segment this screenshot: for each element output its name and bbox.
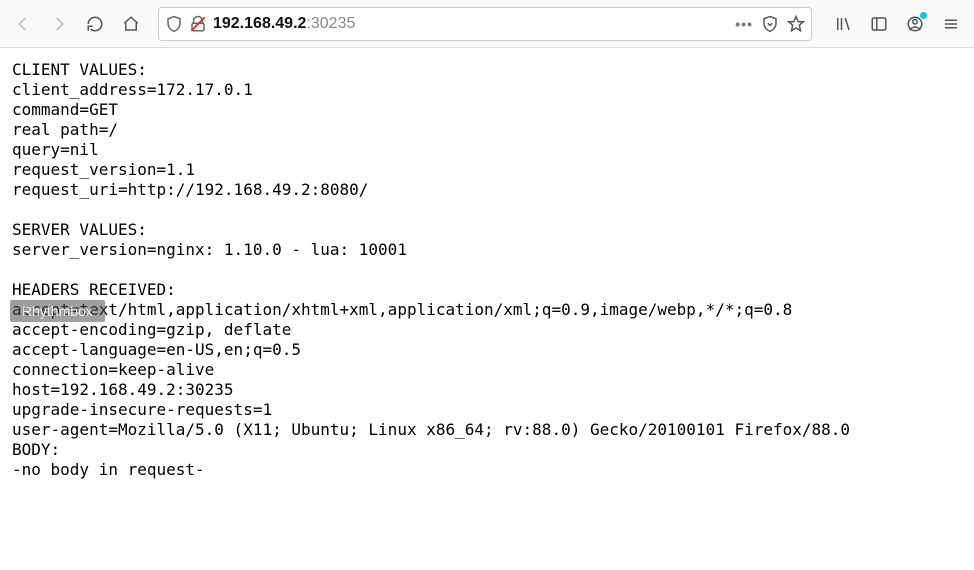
body-line: -no body in request- [12,460,205,479]
back-button[interactable] [6,7,40,41]
notification-dot-icon [920,12,927,19]
real-path-line: real path=/ [12,120,118,139]
os-tooltip: Rhythmbox [10,300,105,322]
lock-insecure-icon[interactable] [189,15,207,33]
body-header: BODY: [12,440,60,459]
reload-button[interactable] [78,7,112,41]
bookmark-star-icon[interactable] [787,15,805,33]
headers-received-header: HEADERS RECEIVED: [12,280,176,299]
accept-encoding-line: accept-encoding=gzip, deflate [12,320,291,339]
sidebar-icon[interactable] [862,7,896,41]
shield-icon[interactable] [165,15,183,33]
host-line: host=192.168.49.2:30235 [12,380,234,399]
connection-line: connection=keep-alive [12,360,214,379]
pocket-shield-icon[interactable] [761,15,779,33]
page-content: CLIENT VALUES: client_address=172.17.0.1… [0,48,974,492]
library-icon[interactable] [826,7,860,41]
page-actions-icon[interactable]: ••• [735,16,753,32]
url-bar[interactable]: 192.168.49.2:30235 ••• [158,7,812,41]
urlbar-right: ••• [735,15,805,33]
request-version-line: request_version=1.1 [12,160,195,179]
client-values-header: CLIENT VALUES: [12,60,147,79]
server-version-line: server_version=nginx: 1.10.0 - lua: 1000… [12,240,407,259]
url-port: :30235 [306,15,355,32]
home-button[interactable] [114,7,148,41]
server-values-header: SERVER VALUES: [12,220,147,239]
toolbar-right [826,7,968,41]
command-line: command=GET [12,100,118,119]
forward-button[interactable] [42,7,76,41]
user-agent-line: user-agent=Mozilla/5.0 (X11; Ubuntu; Lin… [12,420,850,439]
url-text: 192.168.49.2:30235 [213,15,729,33]
menu-icon[interactable] [934,7,968,41]
upgrade-insecure-line: upgrade-insecure-requests=1 [12,400,272,419]
query-line: query=nil [12,140,99,159]
url-host: 192.168.49.2 [213,15,306,32]
accept-line: accept=text/html,application/xhtml+xml,a… [12,300,792,319]
browser-toolbar: 192.168.49.2:30235 ••• [0,0,974,48]
accept-language-line: accept-language=en-US,en;q=0.5 [12,340,301,359]
account-icon[interactable] [898,7,932,41]
client-address-line: client_address=172.17.0.1 [12,80,253,99]
request-uri-line: request_uri=http://192.168.49.2:8080/ [12,180,368,199]
